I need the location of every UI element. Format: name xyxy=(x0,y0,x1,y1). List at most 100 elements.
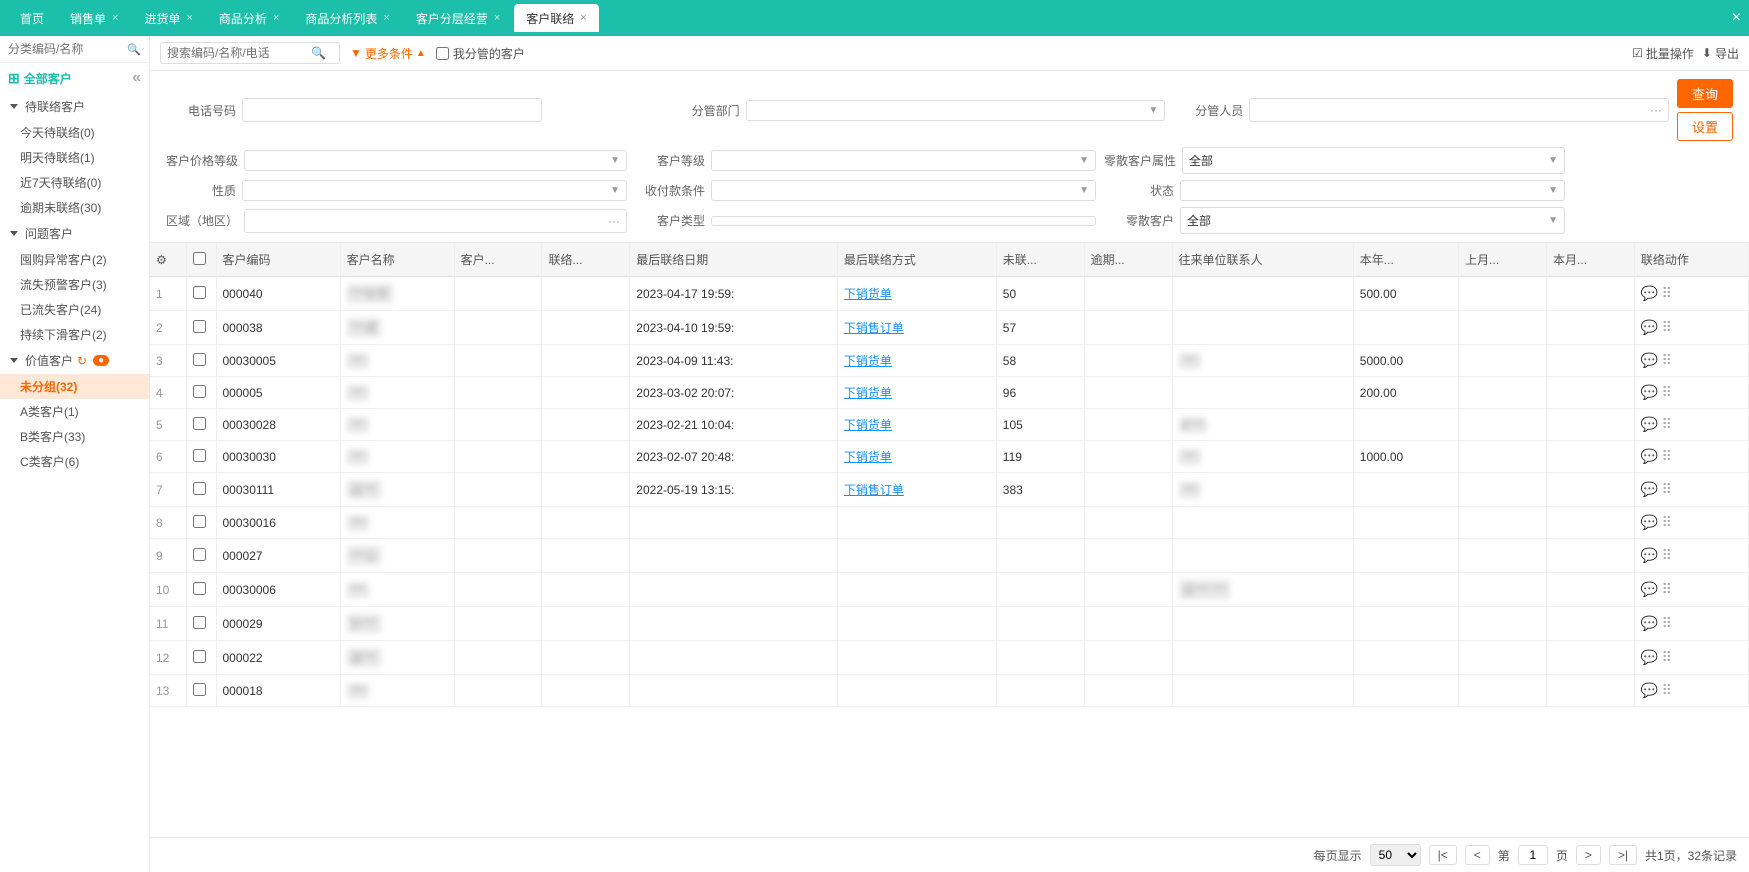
main-search-input[interactable] xyxy=(167,46,307,60)
last-page-btn[interactable]: >| xyxy=(1609,845,1637,865)
menu-icon[interactable]: ⠿ xyxy=(1662,581,1672,597)
tab-goods-analysis[interactable]: 商品分析 × xyxy=(207,4,291,32)
sidebar-item-class-b[interactable]: B类客户(33) xyxy=(0,424,149,449)
table-settings-icon[interactable]: ⚙ xyxy=(156,253,167,267)
refresh-icon[interactable]: ↻ xyxy=(77,354,87,368)
close-purchase-icon[interactable]: × xyxy=(186,12,192,24)
last-contact-method[interactable] xyxy=(837,607,996,641)
tab-goods-list[interactable]: 商品分析列表 × xyxy=(293,4,401,32)
contact-icon[interactable]: 💬 xyxy=(1641,547,1658,563)
customer-name[interactable]: ***伙伴 xyxy=(340,277,454,311)
last-contact-method[interactable]: 下销货单 xyxy=(837,441,996,473)
customer-grade-select[interactable]: ▼ xyxy=(711,150,1096,171)
region-select[interactable]: ··· xyxy=(244,209,627,233)
sidebar-item-overdue[interactable]: 逾期未联络(30) xyxy=(0,195,149,220)
last-contact-method[interactable]: 下销货单 xyxy=(837,409,996,441)
payment-select[interactable]: ▼ xyxy=(711,180,1096,201)
sidebar-item-class-c[interactable]: C类客户(6) xyxy=(0,449,149,474)
window-close-icon[interactable]: × xyxy=(1732,9,1741,27)
row-checkbox[interactable] xyxy=(193,515,206,528)
first-page-btn[interactable]: |< xyxy=(1429,845,1457,865)
customer-name[interactable]: *** xyxy=(340,675,454,707)
tab-sales[interactable]: 销售单 × xyxy=(58,4,130,32)
contact-icon[interactable]: 💬 xyxy=(1641,352,1658,368)
menu-icon[interactable]: ⠿ xyxy=(1662,682,1672,698)
last-contact-method[interactable]: 下销售订单 xyxy=(837,473,996,507)
sidebar-item-class-a[interactable]: A类客户(1) xyxy=(0,399,149,424)
collapse-sidebar-icon[interactable]: « xyxy=(132,69,141,87)
sidebar-item-churned[interactable]: 已流失客户(24) xyxy=(0,297,149,322)
row-checkbox[interactable] xyxy=(193,683,206,696)
last-contact-method[interactable]: 下销货单 xyxy=(837,277,996,311)
row-checkbox[interactable] xyxy=(193,482,206,495)
contact-icon[interactable]: 💬 xyxy=(1641,682,1658,698)
customer-name[interactable]: 波*** xyxy=(340,641,454,675)
retail-attr-select[interactable]: 全部 ▼ xyxy=(1182,147,1565,174)
reset-btn[interactable]: 设置 xyxy=(1677,112,1733,141)
retail-customer-select[interactable]: 全部 ▼ xyxy=(1180,207,1565,234)
row-checkbox[interactable] xyxy=(193,650,206,663)
row-checkbox[interactable] xyxy=(193,548,206,561)
sidebar-item-stockpile[interactable]: 囤购异常客户(2) xyxy=(0,247,149,272)
contact-icon[interactable]: 💬 xyxy=(1641,649,1658,665)
last-contact-method[interactable]: 下销货单 xyxy=(837,345,996,377)
customer-name[interactable]: 扑*** xyxy=(340,607,454,641)
close-sales-icon[interactable]: × xyxy=(112,12,118,24)
tab-customer-contact[interactable]: 客户联络 × xyxy=(514,4,598,32)
select-all-checkbox[interactable] xyxy=(193,252,206,265)
row-checkbox[interactable] xyxy=(193,582,206,595)
sidebar-item-churn-warning[interactable]: 流失预警客户(3) xyxy=(0,272,149,297)
customer-name[interactable]: *** xyxy=(340,507,454,539)
contact-icon[interactable]: 💬 xyxy=(1641,581,1658,597)
menu-icon[interactable]: ⠿ xyxy=(1662,319,1672,335)
pending-contact-group[interactable]: 待联络客户 xyxy=(0,93,149,120)
row-checkbox[interactable] xyxy=(193,286,206,299)
customer-name[interactable]: *** xyxy=(340,409,454,441)
contact-icon[interactable]: 💬 xyxy=(1641,481,1658,497)
contact-icon[interactable]: 💬 xyxy=(1641,615,1658,631)
menu-icon[interactable]: ⠿ xyxy=(1662,547,1672,563)
last-contact-method[interactable]: 下销售订单 xyxy=(837,311,996,345)
dept-select[interactable]: ▼ xyxy=(746,100,1166,121)
staff-more-icon[interactable]: ··· xyxy=(1650,103,1662,117)
customer-name[interactable]: 远*** xyxy=(340,473,454,507)
tab-purchase[interactable]: 进货单 × xyxy=(132,4,204,32)
last-contact-method[interactable] xyxy=(837,573,996,607)
row-checkbox[interactable] xyxy=(193,320,206,333)
row-checkbox[interactable] xyxy=(193,616,206,629)
last-contact-method[interactable]: 下销货单 xyxy=(837,377,996,409)
sidebar-item-ungroup[interactable]: 未分组(32) xyxy=(0,374,149,399)
menu-icon[interactable]: ⠿ xyxy=(1662,481,1672,497)
more-filters-btn[interactable]: ▼ 更多条件 ▲ xyxy=(350,45,426,62)
export-btn[interactable]: ⬇ 导出 xyxy=(1702,45,1739,62)
next-page-btn[interactable]: > xyxy=(1576,845,1601,865)
status-select[interactable]: ▼ xyxy=(1180,180,1565,201)
contact-icon[interactable]: 💬 xyxy=(1641,416,1658,432)
close-goods-list-icon[interactable]: × xyxy=(383,12,389,24)
row-checkbox[interactable] xyxy=(193,449,206,462)
customer-name[interactable]: *** xyxy=(340,377,454,409)
gender-select[interactable]: ▼ xyxy=(242,180,627,201)
sidebar-item-declining[interactable]: 持续下滑客户(2) xyxy=(0,322,149,347)
customer-name[interactable]: *** xyxy=(340,345,454,377)
sidebar-item-tomorrow[interactable]: 明天待联络(1) xyxy=(0,145,149,170)
menu-icon[interactable]: ⠿ xyxy=(1662,285,1672,301)
contact-icon[interactable]: 💬 xyxy=(1641,384,1658,400)
row-checkbox[interactable] xyxy=(193,385,206,398)
last-contact-method[interactable] xyxy=(837,507,996,539)
my-customers-checkbox[interactable] xyxy=(436,47,449,60)
contact-icon[interactable]: 💬 xyxy=(1641,319,1658,335)
contact-icon[interactable]: 💬 xyxy=(1641,448,1658,464)
contact-icon[interactable]: 💬 xyxy=(1641,285,1658,301)
menu-icon[interactable]: ⠿ xyxy=(1662,649,1672,665)
page-input[interactable] xyxy=(1518,845,1548,865)
last-contact-method[interactable] xyxy=(837,539,996,573)
sidebar-item-today[interactable]: 今天待联络(0) xyxy=(0,120,149,145)
customer-type-select[interactable] xyxy=(711,216,1096,226)
value-customer-group[interactable]: 价值客户 ↻ ● xyxy=(0,347,149,374)
main-search-icon[interactable]: 🔍 xyxy=(311,46,326,60)
last-contact-method[interactable] xyxy=(837,675,996,707)
region-more-icon[interactable]: ··· xyxy=(608,214,620,228)
close-goods-analysis-icon[interactable]: × xyxy=(273,12,279,24)
last-contact-method[interactable] xyxy=(837,641,996,675)
